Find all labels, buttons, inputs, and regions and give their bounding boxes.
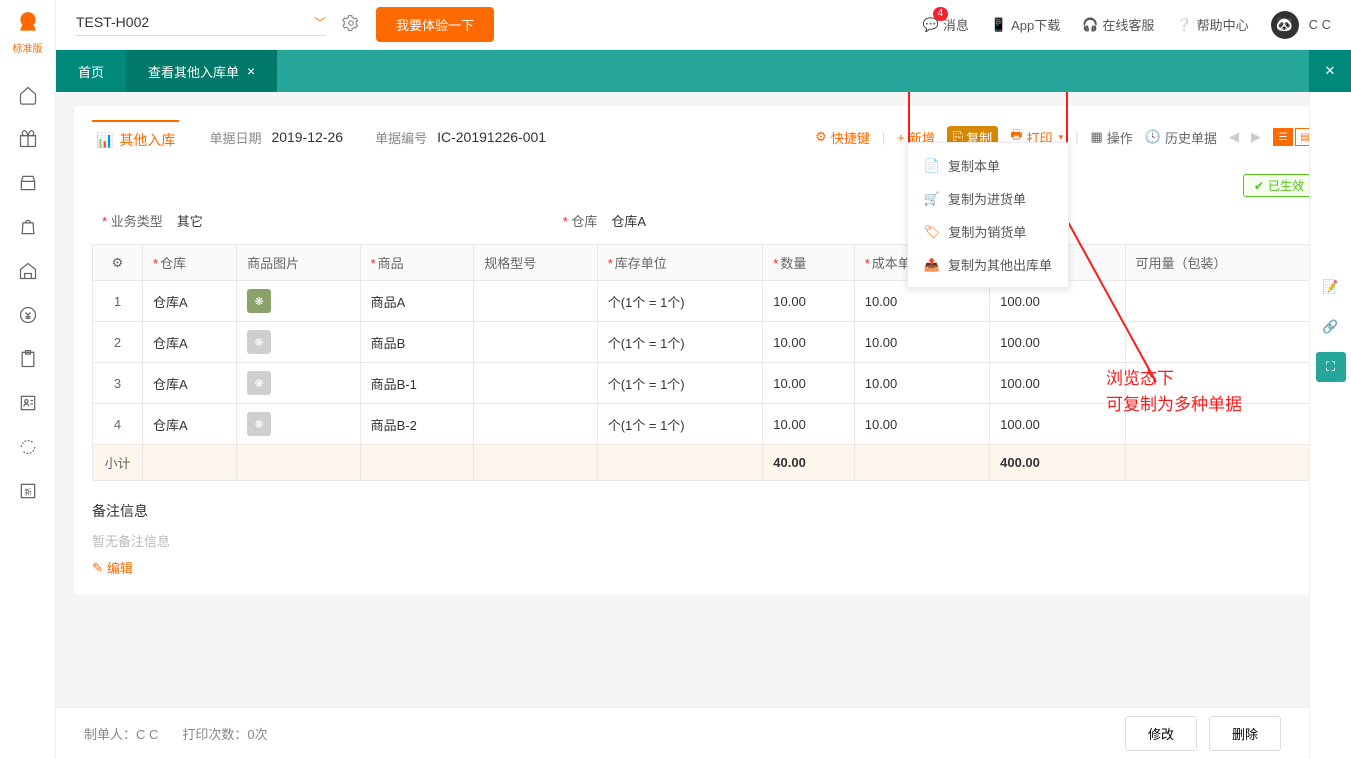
col-spec: 规格型号: [474, 245, 597, 281]
nav-gift-icon[interactable]: [16, 127, 40, 151]
biz-type-value: 其它: [177, 211, 203, 230]
biz-type-label: * 业务类型: [102, 211, 163, 230]
table-row[interactable]: 2 仓库A ❋ 商品B 个(1个 = 1个) 10.00 10.00 100.0…: [93, 322, 1315, 363]
copy-as-sales[interactable]: 🏷复制为销货单: [908, 215, 1068, 248]
table-row[interactable]: 1 仓库A ❋ 商品A 个(1个 = 1个) 10.00 10.00 100.0…: [93, 281, 1315, 322]
subtotal-row: 小计40.00400.00: [93, 445, 1315, 481]
edit-icon: ✎: [92, 560, 103, 576]
document-card: 📊 其他入库 单据日期 2019-12-26 单据编号 IC-20191226-…: [74, 106, 1333, 595]
copy-as-purchase[interactable]: 🛒复制为进货单: [908, 182, 1068, 215]
right-rail: 📝 🔗 ⛶: [1309, 92, 1351, 759]
close-icon[interactable]: ×: [247, 63, 255, 79]
user-menu[interactable]: 🐼 C C: [1271, 11, 1331, 39]
rail-note-icon[interactable]: 📝: [1316, 272, 1346, 302]
nav-sync-icon[interactable]: [16, 435, 40, 459]
inbound-icon: 📊: [96, 132, 113, 149]
help-link[interactable]: ❔ 帮助中心: [1176, 15, 1248, 34]
support-link[interactable]: 🎧 在线客服: [1082, 15, 1154, 34]
app-download-link[interactable]: 📱 App下载: [991, 15, 1060, 34]
items-table: ⚙ *仓库 商品图片 *商品 规格型号 *库存单位 *数量 *成本单价 *成本金…: [92, 244, 1315, 481]
company-name: TEST-H002: [76, 14, 149, 30]
grid-icon: ▦: [1090, 129, 1102, 145]
logo-icon: [13, 8, 43, 38]
next-button[interactable]: ▶: [1251, 129, 1261, 145]
check-icon: ✔: [1254, 179, 1264, 193]
warehouse-value: 仓库A: [611, 211, 646, 230]
svg-text:新: 新: [24, 486, 32, 496]
col-product: *商品: [360, 245, 474, 281]
status-badge: ✔已生效: [1243, 174, 1315, 197]
remarks-title: 备注信息: [92, 501, 1315, 521]
annotation-text: 浏览态下可复制为多种单据: [1106, 366, 1242, 417]
list-view-toggle[interactable]: ☰: [1273, 128, 1293, 146]
tabs-row: 首页 查看其他入库单 × ✕: [56, 50, 1351, 92]
col-settings[interactable]: ⚙: [93, 245, 143, 281]
delete-button[interactable]: 删除: [1209, 716, 1281, 751]
out-icon: 📤: [924, 257, 940, 273]
messages-link[interactable]: 💬 消息 4: [923, 15, 969, 34]
col-qty: *数量: [763, 245, 854, 281]
history-button[interactable]: 🕓历史单据: [1145, 128, 1217, 147]
footer: 制单人：C C 打印次数：0次 修改 删除: [56, 707, 1309, 759]
doc-type-tab[interactable]: 📊 其他入库: [92, 120, 179, 154]
history-icon: 🕓: [1145, 129, 1161, 145]
col-image: 商品图片: [237, 245, 360, 281]
copy-this-doc[interactable]: 📄复制本单: [908, 149, 1068, 182]
cart-icon: 🛒: [924, 191, 940, 207]
copy-dropdown: 📄复制本单 🛒复制为进货单 🏷复制为销货单 📤复制为其他出库单: [907, 142, 1069, 288]
headset-icon: 🎧: [1082, 17, 1098, 33]
edit-remarks-link[interactable]: ✎编辑: [92, 558, 1315, 577]
remarks-empty: 暂无备注信息: [92, 531, 1315, 550]
settings-icon[interactable]: [342, 14, 360, 35]
nav-clipboard-icon[interactable]: [16, 347, 40, 371]
rail-expand-icon[interactable]: ⛶: [1316, 352, 1346, 382]
modify-button[interactable]: 修改: [1125, 716, 1197, 751]
col-unit: *库存单位: [597, 245, 763, 281]
help-icon: ❔: [1176, 17, 1192, 33]
col-warehouse: *仓库: [143, 245, 237, 281]
trial-button[interactable]: 我要体验一下: [376, 7, 494, 42]
avatar: 🐼: [1271, 11, 1299, 39]
number-label: 单据编号: [375, 128, 427, 147]
tab-view-inbound[interactable]: 查看其他入库单 ×: [126, 50, 277, 92]
phone-icon: 📱: [991, 17, 1007, 33]
plus-icon: +: [897, 130, 905, 145]
close-all-tabs[interactable]: ✕: [1309, 50, 1351, 92]
gear-icon: ⚙: [815, 129, 827, 145]
print-count-info: 打印次数：0次: [182, 724, 267, 743]
shortcut-button[interactable]: ⚙快捷键: [815, 128, 870, 147]
col-available: 可用量（包装）: [1125, 245, 1314, 281]
creator-info: 制单人：C C: [84, 724, 158, 743]
topbar: TEST-H002 ﹀ 我要体验一下 💬 消息 4 📱 App下载 🎧: [56, 0, 1351, 50]
sidebar: 标准版 新: [0, 0, 56, 759]
gear-icon: ⚙: [112, 255, 124, 270]
number-value: IC-20191226-001: [437, 129, 546, 145]
doc-icon: 📄: [924, 158, 940, 174]
copy-as-outbound[interactable]: 📤复制为其他出库单: [908, 248, 1068, 281]
ops-button[interactable]: ▦操作: [1090, 128, 1132, 147]
chevron-down-icon: ▾: [1059, 132, 1064, 143]
date-label: 单据日期: [209, 128, 261, 147]
message-badge: 4: [933, 7, 949, 21]
nav-bag-icon[interactable]: [16, 215, 40, 239]
nav-new-icon[interactable]: 新: [16, 479, 40, 503]
nav-money-icon[interactable]: [16, 303, 40, 327]
nav-contact-icon[interactable]: [16, 391, 40, 415]
chevron-down-icon: ﹀: [314, 14, 326, 31]
date-value: 2019-12-26: [271, 129, 343, 145]
logo-subtitle: 标准版: [13, 40, 43, 55]
tag-icon: 🏷: [924, 224, 941, 240]
nav-warehouse-icon[interactable]: [16, 259, 40, 283]
nav-store-icon[interactable]: [16, 171, 40, 195]
prev-button[interactable]: ◀: [1229, 129, 1239, 145]
rail-link-icon[interactable]: 🔗: [1316, 312, 1346, 342]
nav-home-icon[interactable]: [16, 83, 40, 107]
warehouse-label: * 仓库: [563, 211, 598, 230]
company-selector[interactable]: TEST-H002 ﹀: [76, 14, 326, 36]
tab-home[interactable]: 首页: [56, 50, 126, 92]
